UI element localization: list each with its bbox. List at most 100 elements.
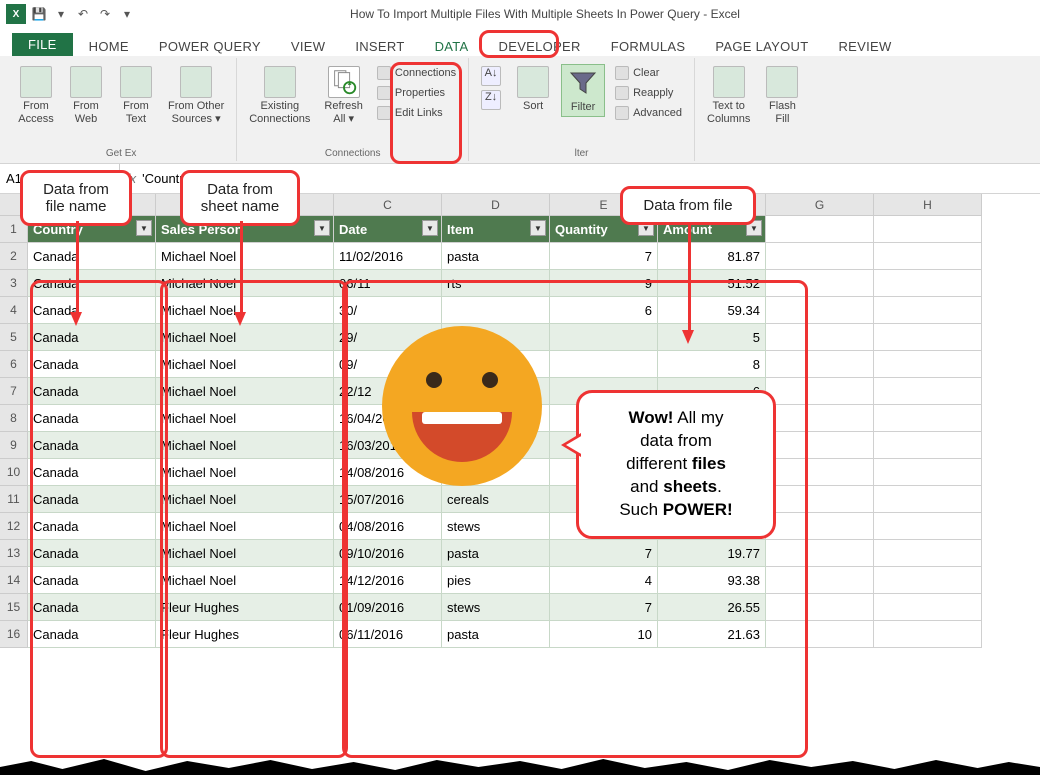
table-header-item[interactable]: Item▼ bbox=[442, 216, 550, 243]
cell[interactable]: 04/08/2016 bbox=[334, 513, 442, 540]
tab-file[interactable]: FILE bbox=[12, 33, 73, 56]
cell[interactable]: 10 bbox=[550, 621, 658, 648]
cell[interactable]: Michael Noel bbox=[156, 270, 334, 297]
cell[interactable]: Canada bbox=[28, 297, 156, 324]
cell[interactable]: 7 bbox=[550, 594, 658, 621]
tab-insert[interactable]: INSERT bbox=[341, 35, 418, 56]
advanced-filter-button[interactable]: Advanced bbox=[611, 104, 686, 122]
cell[interactable]: Canada bbox=[28, 351, 156, 378]
row-header[interactable]: 11 bbox=[0, 486, 28, 513]
cell[interactable]: 4 bbox=[550, 567, 658, 594]
cell[interactable]: Canada bbox=[28, 324, 156, 351]
cell[interactable]: 6 bbox=[550, 297, 658, 324]
tab-developer[interactable]: DEVELOPER bbox=[485, 35, 595, 56]
cell[interactable]: 7 bbox=[550, 540, 658, 567]
cell[interactable]: Michael Noel bbox=[156, 513, 334, 540]
cell[interactable]: Canada bbox=[28, 594, 156, 621]
cell[interactable]: Canada bbox=[28, 621, 156, 648]
cell[interactable]: 06/11/2016 bbox=[334, 621, 442, 648]
cell[interactable]: Canada bbox=[28, 432, 156, 459]
cell[interactable]: 19.77 bbox=[658, 540, 766, 567]
row-header[interactable]: 7 bbox=[0, 378, 28, 405]
cell[interactable]: cereals bbox=[442, 486, 550, 513]
cell[interactable]: 7 bbox=[550, 243, 658, 270]
cell[interactable]: Canada bbox=[28, 270, 156, 297]
row-header[interactable]: 4 bbox=[0, 297, 28, 324]
edit-links-button[interactable]: Edit Links bbox=[373, 104, 460, 122]
cell[interactable]: 01/09/2016 bbox=[334, 594, 442, 621]
text-to-columns-button[interactable]: Text to Columns bbox=[703, 64, 754, 127]
table-header-date[interactable]: Date▼ bbox=[334, 216, 442, 243]
cell[interactable]: Canada bbox=[28, 540, 156, 567]
row-header[interactable]: 13 bbox=[0, 540, 28, 567]
cell[interactable]: Canada bbox=[28, 513, 156, 540]
tab-data[interactable]: DATA bbox=[421, 35, 483, 56]
cell[interactable]: pies bbox=[442, 567, 550, 594]
save-button[interactable]: 💾 bbox=[30, 5, 48, 23]
cell[interactable]: Canada bbox=[28, 405, 156, 432]
cell[interactable]: Michael Noel bbox=[156, 540, 334, 567]
existing-connections-button[interactable]: Existing Connections bbox=[245, 64, 314, 127]
cell[interactable]: 26.55 bbox=[658, 594, 766, 621]
clear-filter-button[interactable]: Clear bbox=[611, 64, 686, 82]
cell[interactable]: Michael Noel bbox=[156, 486, 334, 513]
cell[interactable]: Fleur Hughes bbox=[156, 594, 334, 621]
row-header[interactable]: 6 bbox=[0, 351, 28, 378]
cell[interactable]: stews bbox=[442, 513, 550, 540]
cell[interactable]: Michael Noel bbox=[156, 378, 334, 405]
tab-page-layout[interactable]: PAGE LAYOUT bbox=[701, 35, 822, 56]
from-access-button[interactable]: From Access bbox=[14, 64, 58, 127]
flash-fill-button[interactable]: Flash Fill bbox=[760, 64, 804, 127]
cell[interactable]: 8 bbox=[658, 351, 766, 378]
col-header-H[interactable]: H bbox=[874, 194, 982, 216]
cell[interactable]: Canada bbox=[28, 567, 156, 594]
cell[interactable]: 5 bbox=[658, 324, 766, 351]
row-header[interactable]: 12 bbox=[0, 513, 28, 540]
cell[interactable]: 51.52 bbox=[658, 270, 766, 297]
cell[interactable]: 81.87 bbox=[658, 243, 766, 270]
cell[interactable]: pasta bbox=[442, 621, 550, 648]
sort-asc-button[interactable]: A↓ bbox=[477, 64, 505, 88]
tab-review[interactable]: REVIEW bbox=[824, 35, 905, 56]
cell[interactable]: Michael Noel bbox=[156, 243, 334, 270]
from-web-button[interactable]: From Web bbox=[64, 64, 108, 127]
from-other-sources-button[interactable]: From Other Sources ▾ bbox=[164, 64, 228, 127]
cell[interactable]: Canada bbox=[28, 243, 156, 270]
row-header[interactable]: 9 bbox=[0, 432, 28, 459]
row-header[interactable]: 15 bbox=[0, 594, 28, 621]
cell[interactable] bbox=[442, 297, 550, 324]
tab-formulas[interactable]: FORMULAS bbox=[597, 35, 700, 56]
cell[interactable]: Canada bbox=[28, 378, 156, 405]
reapply-button[interactable]: Reapply bbox=[611, 84, 686, 102]
cell[interactable]: Canada bbox=[28, 486, 156, 513]
cell[interactable]: Michael Noel bbox=[156, 405, 334, 432]
refresh-all-button[interactable]: Refresh All ▾ bbox=[320, 64, 367, 127]
row-header[interactable]: 10 bbox=[0, 459, 28, 486]
row-header[interactable]: 16 bbox=[0, 621, 28, 648]
cell[interactable]: Michael Noel bbox=[156, 459, 334, 486]
cell[interactable]: Michael Noel bbox=[156, 351, 334, 378]
cell[interactable]: 93.38 bbox=[658, 567, 766, 594]
cell[interactable]: Michael Noel bbox=[156, 567, 334, 594]
col-header-C[interactable]: C bbox=[334, 194, 442, 216]
customize-qat[interactable]: ▾ bbox=[118, 5, 136, 23]
cell[interactable]: stews bbox=[442, 594, 550, 621]
row-header[interactable]: 8 bbox=[0, 405, 28, 432]
cell[interactable]: 09/10/2016 bbox=[334, 540, 442, 567]
tab-power-query[interactable]: POWER QUERY bbox=[145, 35, 275, 56]
cell[interactable]: 9 bbox=[550, 270, 658, 297]
col-header-D[interactable]: D bbox=[442, 194, 550, 216]
cell[interactable]: Fleur Hughes bbox=[156, 621, 334, 648]
redo-button[interactable]: ↷ bbox=[96, 5, 114, 23]
cell[interactable]: pasta bbox=[442, 540, 550, 567]
row-header[interactable]: 2 bbox=[0, 243, 28, 270]
cell[interactable] bbox=[550, 324, 658, 351]
cell[interactable]: rts bbox=[442, 270, 550, 297]
cell[interactable]: 59.34 bbox=[658, 297, 766, 324]
qat-more[interactable]: ▾ bbox=[52, 5, 70, 23]
tab-view[interactable]: VIEW bbox=[277, 35, 339, 56]
row-header[interactable]: 14 bbox=[0, 567, 28, 594]
cell[interactable]: 11/02/2016 bbox=[334, 243, 442, 270]
from-text-button[interactable]: From Text bbox=[114, 64, 158, 127]
row-header[interactable]: 3 bbox=[0, 270, 28, 297]
